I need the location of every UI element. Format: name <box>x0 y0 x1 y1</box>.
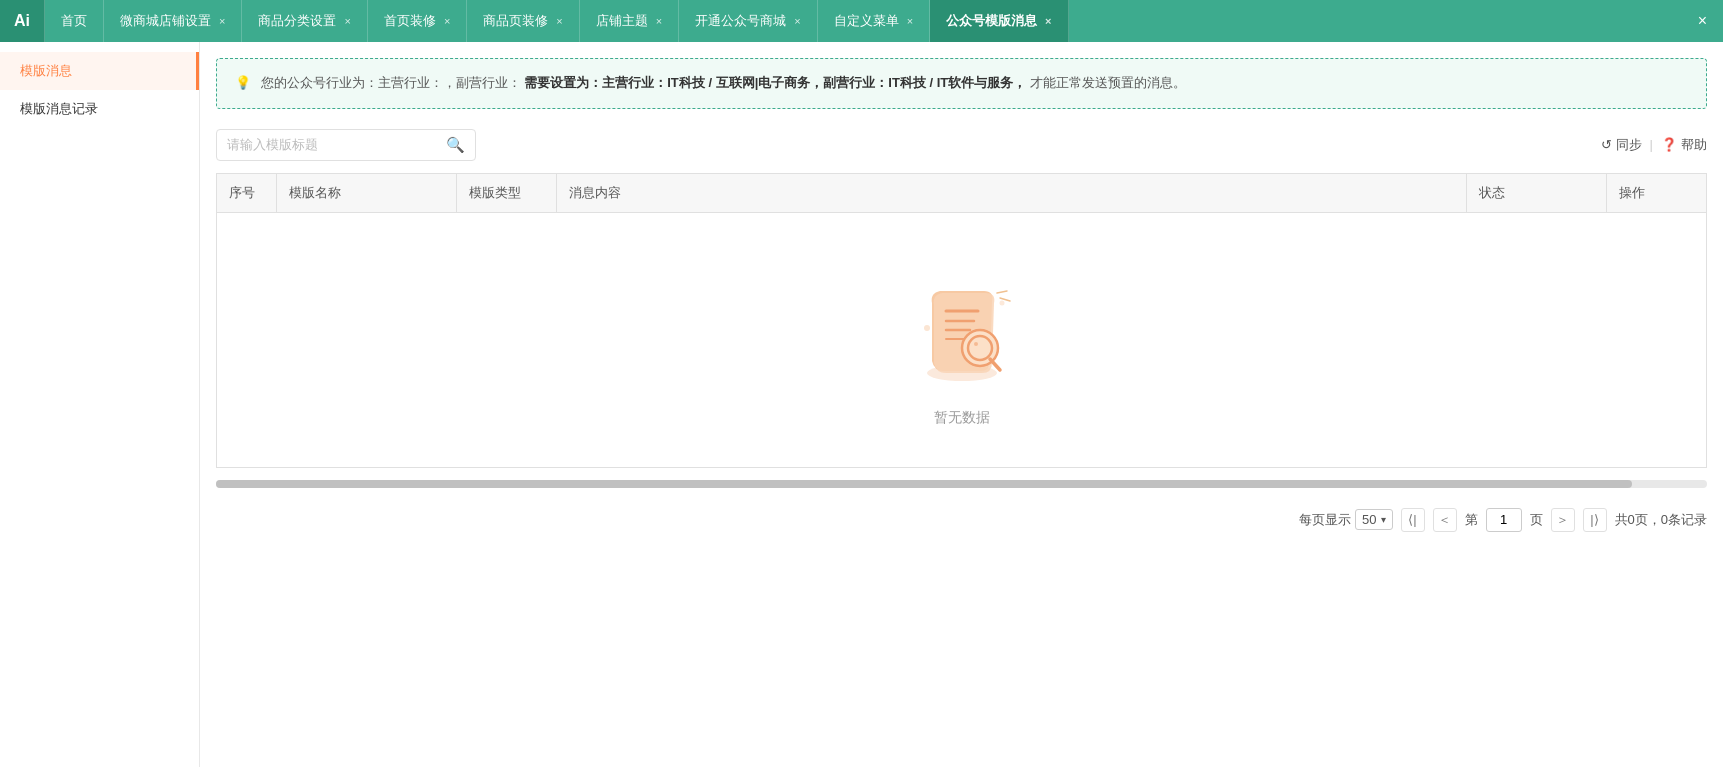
page-number-input[interactable] <box>1486 508 1522 532</box>
search-input[interactable] <box>227 137 446 152</box>
tab-template-msg-label: 公众号模版消息 <box>946 12 1037 30</box>
col-status: 状态 <box>1467 173 1607 212</box>
svg-point-10 <box>999 300 1004 305</box>
close-template-msg-icon[interactable]: × <box>1045 15 1051 27</box>
tab-custom-menu-label: 自定义菜单 <box>834 12 899 30</box>
close-custom-menu-icon[interactable]: × <box>907 15 913 27</box>
toolbar-divider: | <box>1650 137 1653 152</box>
notice-text-suffix: 才能正常发送预置的消息。 <box>1030 75 1186 90</box>
toolbar-right: ↺ 同步 | ❓ 帮助 <box>1601 136 1707 154</box>
page-size-dropdown[interactable]: 50 ▾ <box>1355 509 1392 530</box>
tab-wsc-settings-label: 微商城店铺设置 <box>120 12 211 30</box>
next-page-button[interactable]: ＞ <box>1551 508 1575 532</box>
svg-point-8 <box>974 342 978 346</box>
tab-bar: Ai 首页 微商城店铺设置 × 商品分类设置 × 首页装修 × 商品页装修 × … <box>0 0 1723 42</box>
sync-icon: ↺ <box>1601 137 1612 152</box>
page-di-label: 第 <box>1465 511 1478 529</box>
sidebar-item-template-msg-label: 模版消息 <box>20 63 72 78</box>
help-icon: ❓ <box>1661 137 1677 152</box>
tab-template-msg[interactable]: 公众号模版消息 × <box>930 0 1068 42</box>
close-open-mall-icon[interactable]: × <box>794 15 800 27</box>
tab-store-theme-label: 店铺主题 <box>596 12 648 30</box>
tab-wsc-settings[interactable]: 微商城店铺设置 × <box>104 0 242 42</box>
help-button[interactable]: ❓ 帮助 <box>1661 136 1707 154</box>
search-input-wrap[interactable]: 🔍 <box>216 129 476 161</box>
tab-product-decor[interactable]: 商品页装修 × <box>467 0 579 42</box>
close-category-settings-icon[interactable]: × <box>344 15 350 27</box>
tab-home-label: 首页 <box>61 12 87 30</box>
window-close-button[interactable]: × <box>1682 12 1723 30</box>
tab-custom-menu[interactable]: 自定义菜单 × <box>818 0 930 42</box>
close-wsc-settings-icon[interactable]: × <box>219 15 225 27</box>
col-action: 操作 <box>1607 173 1707 212</box>
search-icon[interactable]: 🔍 <box>446 136 465 154</box>
tab-store-theme[interactable]: 店铺主题 × <box>580 0 679 42</box>
col-type: 模版类型 <box>457 173 557 212</box>
content-area: 💡 您的公众号行业为：主营行业：，副营行业： 需要设置为：主营行业：IT科技 /… <box>200 42 1723 767</box>
page-size-label: 每页显示 <box>1299 511 1351 529</box>
tab-home-decor[interactable]: 首页装修 × <box>368 0 467 42</box>
prev-page-button[interactable]: ＜ <box>1433 508 1457 532</box>
sync-button[interactable]: ↺ 同步 <box>1601 136 1642 154</box>
col-index: 序号 <box>217 173 277 212</box>
notice-text-prefix: 您的公众号行业为：主营行业：，副营行业： <box>261 75 521 90</box>
main-layout: 模版消息 模版消息记录 💡 您的公众号行业为：主营行业：，副营行业： 需要设置为… <box>0 42 1723 767</box>
col-name: 模版名称 <box>277 173 457 212</box>
sidebar-item-template-msg-records-label: 模版消息记录 <box>20 101 98 116</box>
tab-home[interactable]: 首页 <box>45 0 104 42</box>
chevron-down-icon: ▾ <box>1381 514 1386 525</box>
svg-line-12 <box>1000 298 1010 301</box>
page-size-select: 每页显示 50 ▾ <box>1299 509 1392 530</box>
scrollbar-thumb[interactable] <box>216 480 1632 488</box>
search-bar: 🔍 ↺ 同步 | ❓ 帮助 <box>216 129 1707 161</box>
col-content: 消息内容 <box>557 173 1467 212</box>
notice-icon: 💡 <box>235 75 251 90</box>
tab-home-decor-label: 首页装修 <box>384 12 436 30</box>
empty-text: 暂无数据 <box>934 409 990 427</box>
tab-category-settings[interactable]: 商品分类设置 × <box>242 0 367 42</box>
sidebar-item-template-msg[interactable]: 模版消息 <box>0 52 199 90</box>
tab-category-settings-label: 商品分类设置 <box>258 12 336 30</box>
first-page-button[interactable]: ⟨| <box>1401 508 1425 532</box>
tab-open-mall-label: 开通公众号商城 <box>695 12 786 30</box>
horizontal-scrollbar[interactable] <box>216 480 1707 488</box>
app-title: Ai <box>14 12 30 30</box>
close-store-theme-icon[interactable]: × <box>656 15 662 27</box>
svg-line-11 <box>997 291 1007 293</box>
notice-highlight-text: 需要设置为：主营行业：IT科技 / 互联网|电子商务，副营行业：IT科技 / I… <box>524 75 1026 90</box>
tab-product-decor-label: 商品页装修 <box>483 12 548 30</box>
sidebar: 模版消息 模版消息记录 <box>0 42 200 767</box>
empty-state: 暂无数据 <box>217 213 1706 467</box>
data-table: 序号 模版名称 模版类型 消息内容 状态 操作 <box>216 173 1707 468</box>
notice-box: 💡 您的公众号行业为：主营行业：，副营行业： 需要设置为：主营行业：IT科技 /… <box>216 58 1707 109</box>
tab-open-mall[interactable]: 开通公众号商城 × <box>679 0 817 42</box>
close-product-decor-icon[interactable]: × <box>556 15 562 27</box>
help-label: 帮助 <box>1681 136 1707 154</box>
sync-label: 同步 <box>1616 136 1642 154</box>
close-home-decor-icon[interactable]: × <box>444 15 450 27</box>
page-size-value: 50 <box>1362 512 1376 527</box>
page-unit-label: 页 <box>1530 511 1543 529</box>
sidebar-item-template-msg-records[interactable]: 模版消息记录 <box>0 90 199 128</box>
svg-point-9 <box>924 325 930 331</box>
empty-icon <box>902 273 1022 393</box>
last-page-button[interactable]: |⟩ <box>1583 508 1607 532</box>
app-logo: Ai <box>0 0 45 42</box>
pagination-summary: 共0页，0条记录 <box>1615 511 1707 529</box>
pagination: 每页显示 50 ▾ ⟨| ＜ 第 页 ＞ |⟩ 共0页，0条记录 <box>216 500 1707 540</box>
